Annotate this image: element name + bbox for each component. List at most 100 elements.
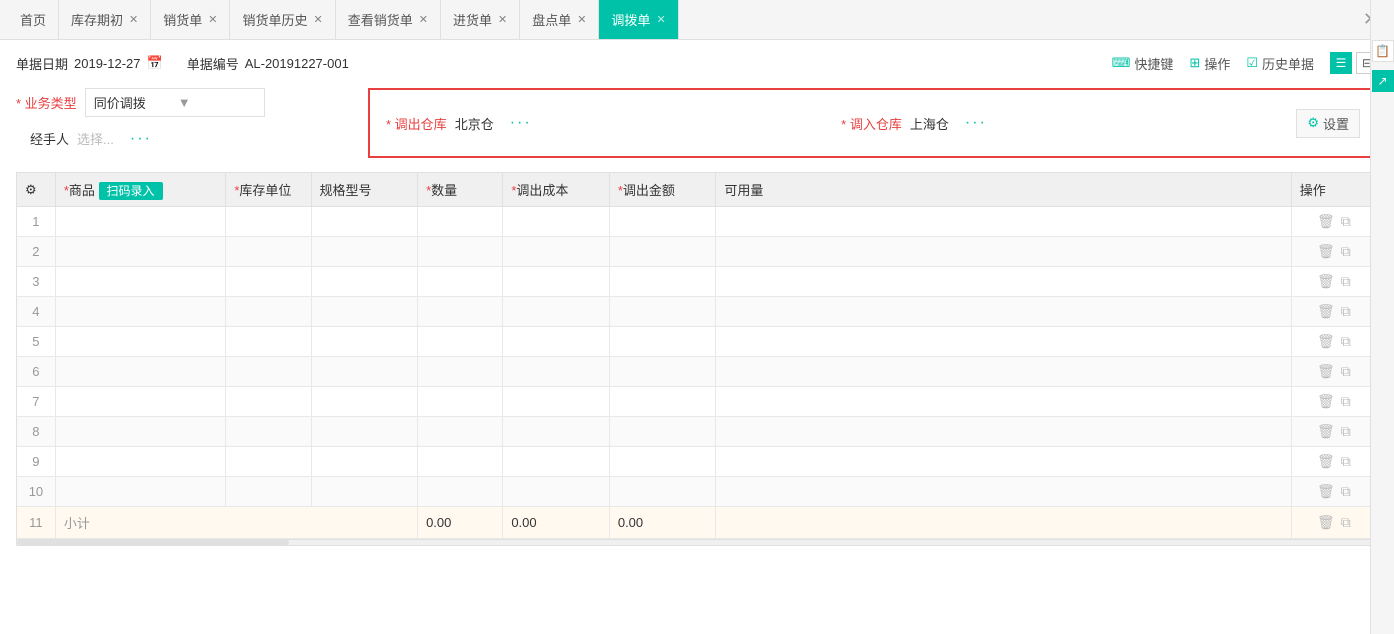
unit-cell[interactable] xyxy=(226,417,311,447)
quantity-cell[interactable] xyxy=(418,327,503,357)
quantity-cell[interactable] xyxy=(418,237,503,267)
unit-cell[interactable] xyxy=(226,207,311,237)
tab-inventory-init[interactable]: 库存期初 ✕ xyxy=(59,0,151,39)
product-cell[interactable] xyxy=(55,207,225,237)
unit-cell[interactable] xyxy=(226,447,311,477)
quantity-cell[interactable] xyxy=(418,207,503,237)
product-cell[interactable] xyxy=(55,417,225,447)
spec-cell[interactable] xyxy=(311,447,418,477)
handler-more-icon[interactable]: ··· xyxy=(130,130,152,148)
spec-cell[interactable] xyxy=(311,387,418,417)
sidebar-notes-icon[interactable]: 📋 xyxy=(1372,40,1394,62)
tab-purchase-order[interactable]: 进货单 ✕ xyxy=(441,0,520,39)
amount-cell[interactable] xyxy=(609,327,716,357)
available-cell[interactable] xyxy=(716,357,1291,387)
copy-icon[interactable]: ⧉ xyxy=(1341,213,1351,230)
available-cell[interactable] xyxy=(716,297,1291,327)
cost-cell[interactable] xyxy=(503,357,610,387)
quantity-cell[interactable] xyxy=(418,477,503,507)
amount-cell[interactable] xyxy=(609,237,716,267)
transfer-in-more-icon[interactable]: ··· xyxy=(965,114,987,132)
unit-cell[interactable] xyxy=(226,357,311,387)
quantity-cell[interactable] xyxy=(418,447,503,477)
product-cell[interactable] xyxy=(55,327,225,357)
available-cell[interactable] xyxy=(716,207,1291,237)
delete-icon[interactable]: 🗑 xyxy=(1317,393,1335,410)
copy-icon[interactable]: ⧉ xyxy=(1341,243,1351,260)
cost-cell[interactable] xyxy=(503,207,610,237)
spec-cell[interactable] xyxy=(311,357,418,387)
shortcuts-button[interactable]: ⌨ 快捷键 xyxy=(1112,54,1174,73)
calendar-icon[interactable]: 📅 xyxy=(147,55,163,71)
tab-close-sales-history[interactable]: ✕ xyxy=(314,13,323,26)
product-cell[interactable] xyxy=(55,267,225,297)
tab-close-view-sales[interactable]: ✕ xyxy=(419,13,428,26)
cost-cell[interactable] xyxy=(503,417,610,447)
tab-home[interactable]: 首页 xyxy=(8,0,59,39)
scan-button[interactable]: 扫码录入 xyxy=(99,182,163,200)
unit-cell[interactable] xyxy=(226,327,311,357)
cost-cell[interactable] xyxy=(503,237,610,267)
product-cell[interactable] xyxy=(55,387,225,417)
operations-button[interactable]: ⊞ 操作 xyxy=(1189,54,1230,73)
tab-close-purchase-order[interactable]: ✕ xyxy=(498,13,507,26)
available-cell[interactable] xyxy=(716,237,1291,267)
tab-view-sales[interactable]: 查看销货单 ✕ xyxy=(336,0,441,39)
copy-icon[interactable]: ⧉ xyxy=(1341,453,1351,470)
unit-cell[interactable] xyxy=(226,297,311,327)
spec-cell[interactable] xyxy=(311,207,418,237)
amount-cell[interactable] xyxy=(609,447,716,477)
tab-close-inventory-init[interactable]: ✕ xyxy=(129,13,138,26)
delete-icon[interactable]: 🗑 xyxy=(1317,213,1335,230)
settings-icon[interactable]: ⚙ xyxy=(25,182,37,197)
tab-inventory-count[interactable]: 盘点单 ✕ xyxy=(520,0,599,39)
delete-icon[interactable]: 🗑 xyxy=(1317,333,1335,350)
spec-cell[interactable] xyxy=(311,267,418,297)
cost-cell[interactable] xyxy=(503,387,610,417)
delete-icon[interactable]: 🗑 xyxy=(1317,483,1335,500)
spec-cell[interactable] xyxy=(311,237,418,267)
copy-icon[interactable]: ⧉ xyxy=(1341,483,1351,500)
delete-icon[interactable]: 🗑 xyxy=(1317,243,1335,260)
quantity-cell[interactable] xyxy=(418,417,503,447)
available-cell[interactable] xyxy=(716,477,1291,507)
amount-cell[interactable] xyxy=(609,417,716,447)
product-cell[interactable] xyxy=(55,297,225,327)
delete-icon[interactable]: 🗑 xyxy=(1317,303,1335,320)
amount-cell[interactable] xyxy=(609,207,716,237)
tab-sales-history[interactable]: 销货单历史 ✕ xyxy=(230,0,335,39)
available-cell[interactable] xyxy=(716,267,1291,297)
sidebar-expand-icon[interactable]: ↗ xyxy=(1372,70,1394,92)
available-cell[interactable] xyxy=(716,447,1291,477)
copy-icon[interactable]: ⧉ xyxy=(1341,333,1351,350)
available-cell[interactable] xyxy=(716,417,1291,447)
spec-cell[interactable] xyxy=(311,297,418,327)
quantity-cell[interactable] xyxy=(418,387,503,417)
cost-cell[interactable] xyxy=(503,327,610,357)
tab-sales-order[interactable]: 销货单 ✕ xyxy=(151,0,230,39)
product-cell[interactable] xyxy=(55,357,225,387)
cost-cell[interactable] xyxy=(503,447,610,477)
copy-icon[interactable]: ⧉ xyxy=(1341,363,1351,380)
transfer-out-more-icon[interactable]: ··· xyxy=(510,114,532,132)
delete-icon[interactable]: 🗑 xyxy=(1317,363,1335,380)
settings-button[interactable]: ⚙ 设置 xyxy=(1296,109,1360,138)
cost-cell[interactable] xyxy=(503,297,610,327)
amount-cell[interactable] xyxy=(609,477,716,507)
product-cell[interactable] xyxy=(55,447,225,477)
cost-cell[interactable] xyxy=(503,477,610,507)
available-cell[interactable] xyxy=(716,327,1291,357)
copy-icon[interactable]: ⧉ xyxy=(1341,273,1351,290)
horizontal-scrollbar[interactable] xyxy=(17,539,1377,545)
delete-icon[interactable]: 🗑 xyxy=(1317,453,1335,470)
delete-icon[interactable]: 🗑 xyxy=(1317,423,1335,440)
unit-cell[interactable] xyxy=(226,267,311,297)
amount-cell[interactable] xyxy=(609,297,716,327)
amount-cell[interactable] xyxy=(609,387,716,417)
business-type-select[interactable]: 同价调拨 ▼ xyxy=(85,88,265,117)
delete-icon[interactable]: 🗑 xyxy=(1317,273,1335,290)
available-cell[interactable] xyxy=(716,387,1291,417)
copy-icon[interactable]: ⧉ xyxy=(1341,303,1351,320)
quantity-cell[interactable] xyxy=(418,297,503,327)
spec-cell[interactable] xyxy=(311,327,418,357)
